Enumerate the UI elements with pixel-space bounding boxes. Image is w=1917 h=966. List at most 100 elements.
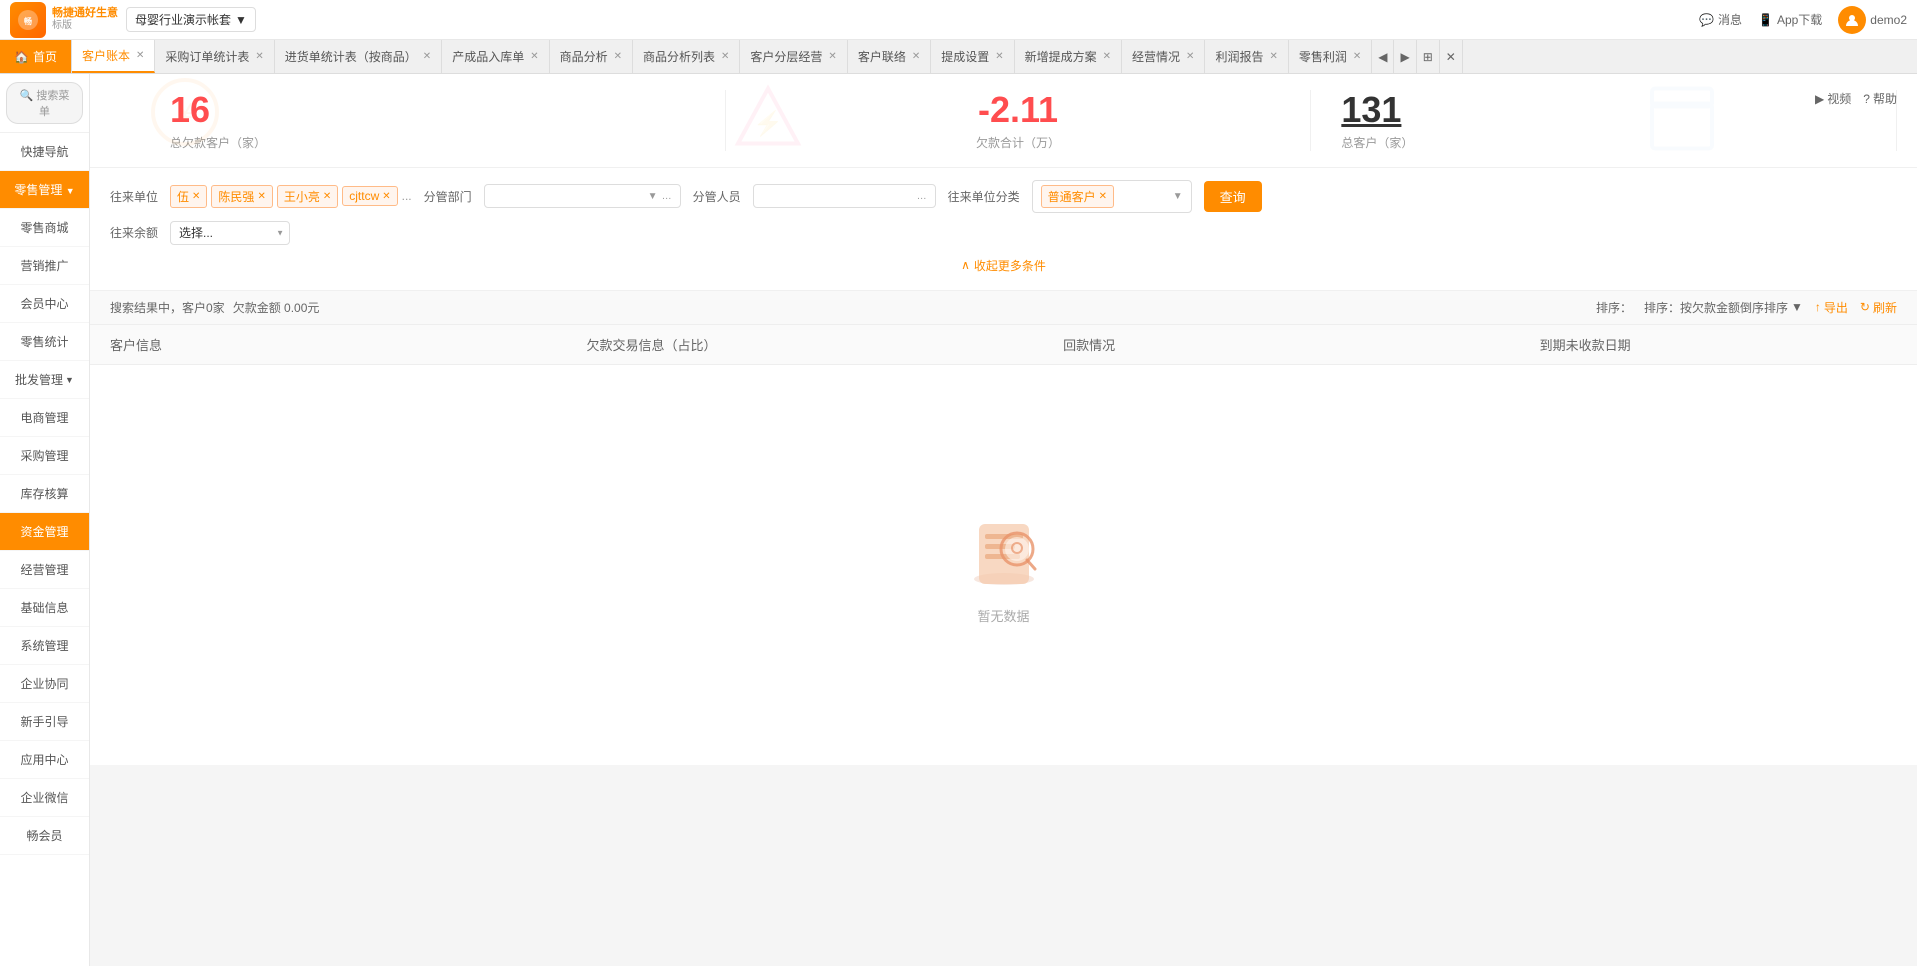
person-filter-input[interactable]: …	[753, 184, 936, 208]
tag-close-wu[interactable]: ✕	[192, 191, 200, 202]
col-due-date: 到期未收款日期	[1540, 335, 1897, 354]
question-icon: ?	[1863, 92, 1870, 106]
tab-nav-next[interactable]: ▶	[1394, 40, 1416, 73]
sidebar: 🔍 搜索菜单 快捷导航 零售管理 ▼ 零售商城 营销推广 会员中心 零售统计 批…	[0, 74, 90, 966]
tab-nav-expand[interactable]: ⊞	[1417, 40, 1440, 73]
tab-customer-contact-label: 客户联络	[858, 48, 906, 65]
tab-close-icon-4[interactable]: ✕	[530, 51, 538, 62]
tab-close-icon-8[interactable]: ✕	[912, 51, 920, 62]
collapse-button[interactable]: ∧ 收起更多条件	[961, 257, 1046, 274]
query-button[interactable]: 查询	[1204, 181, 1262, 212]
sidebar-item-quick-nav-label: 快捷导航	[20, 145, 68, 159]
tab-close-icon-12[interactable]: ✕	[1269, 51, 1277, 62]
sidebar-item-retail-label: 零售管理	[14, 183, 62, 197]
download-icon: 📱	[1758, 13, 1773, 27]
tab-purchase-stats[interactable]: 进货单统计表（按商品） ✕	[275, 40, 442, 73]
tab-close-icon-6[interactable]: ✕	[721, 51, 729, 62]
tab-goods-list-label: 商品分析列表	[643, 48, 715, 65]
tab-home-label: 首页	[33, 48, 57, 65]
tag-close-chen[interactable]: ✕	[257, 191, 265, 202]
sidebar-item-ecommerce[interactable]: 电商管理	[0, 399, 89, 437]
tab-commission[interactable]: 提成设置 ✕	[931, 40, 1014, 73]
stat-label-all: 总客户（家）	[1341, 134, 1413, 151]
tab-nav-close-all[interactable]: ✕	[1440, 40, 1463, 73]
home-icon: 🏠	[14, 50, 29, 64]
sidebar-item-system[interactable]: 系统管理	[0, 627, 89, 665]
sidebar-item-marketing[interactable]: 营销推广	[0, 247, 89, 285]
dept-filter-input[interactable]: ▼ …	[484, 184, 681, 208]
balance-select-field[interactable]: 选择...	[170, 221, 290, 245]
sidebar-item-wechat[interactable]: 企业微信	[0, 779, 89, 817]
sidebar-item-purchase[interactable]: 采购管理	[0, 437, 89, 475]
tab-profit-report[interactable]: 利润报告 ✕	[1205, 40, 1288, 73]
tag-close-cj[interactable]: ✕	[382, 191, 390, 202]
tab-nav-prev[interactable]: ◀	[1372, 40, 1394, 73]
sidebar-item-collab[interactable]: 企业协同	[0, 665, 89, 703]
tab-retail-profit[interactable]: 零售利润 ✕	[1289, 40, 1372, 73]
person-filter-label: 分管人员	[693, 188, 741, 205]
tab-operation[interactable]: 经营情况 ✕	[1122, 40, 1205, 73]
sidebar-item-retail-mall[interactable]: 零售商城	[0, 209, 89, 247]
sidebar-item-member2[interactable]: 畅会员	[0, 817, 89, 855]
user-profile[interactable]: demo2	[1838, 6, 1907, 34]
help-label: 帮助	[1873, 90, 1897, 107]
company-selector[interactable]: 母婴行业演示帐套 ▼	[126, 7, 256, 32]
tab-home[interactable]: 🏠 首页	[0, 40, 72, 73]
tab-customer-ledger[interactable]: 客户账本 ✕	[72, 40, 155, 73]
filter-tag-wang: 王小亮 ✕	[277, 185, 338, 208]
unit-class-filter[interactable]: 普通客户 ✕ ▼	[1032, 180, 1192, 213]
export-button[interactable]: ↑ 导出	[1815, 299, 1848, 316]
balance-filter-select[interactable]: 选择...	[170, 221, 290, 245]
sidebar-item-app-center[interactable]: 应用中心	[0, 741, 89, 779]
sidebar-item-basic[interactable]: 基础信息	[0, 589, 89, 627]
tab-close-icon-10[interactable]: ✕	[1103, 51, 1111, 62]
person-input-field[interactable]	[762, 189, 917, 203]
tab-production[interactable]: 产成品入库单 ✕	[442, 40, 549, 73]
sidebar-item-retail-mall-label: 零售商城	[20, 221, 68, 235]
sidebar-item-collab-label: 企业协同	[20, 677, 68, 691]
tab-close-icon-13[interactable]: ✕	[1353, 51, 1361, 62]
filter-more-button[interactable]: ...	[402, 189, 412, 203]
tab-close-icon-5[interactable]: ✕	[614, 51, 622, 62]
tab-close-icon-11[interactable]: ✕	[1186, 51, 1194, 62]
sidebar-item-retail-stats[interactable]: 零售统计	[0, 323, 89, 361]
sort-arrow-icon: ▼	[1791, 300, 1803, 314]
sidebar-item-retail[interactable]: 零售管理 ▼	[0, 171, 89, 209]
tab-close-icon-2[interactable]: ✕	[255, 51, 263, 62]
tab-purchase-order[interactable]: 采购订单统计表 ✕	[155, 40, 274, 73]
sidebar-item-inventory[interactable]: 库存核算	[0, 475, 89, 513]
tab-close-icon[interactable]: ✕	[136, 50, 144, 61]
chevron-icon: ▼	[66, 186, 75, 196]
tab-new-commission[interactable]: 新增提成方案 ✕	[1015, 40, 1122, 73]
tab-close-icon-7[interactable]: ✕	[828, 51, 836, 62]
tab-close-icon-3[interactable]: ✕	[423, 51, 431, 62]
person-more-icon: …	[917, 191, 927, 202]
tag-close-wang[interactable]: ✕	[323, 191, 331, 202]
sidebar-search-button[interactable]: 🔍 搜索菜单	[6, 82, 83, 124]
app-download-action[interactable]: 📱 App下载	[1758, 11, 1822, 28]
sidebar-item-quick-nav[interactable]: 快捷导航	[0, 133, 89, 171]
tab-customer-layer[interactable]: 客户分层经营 ✕	[740, 40, 847, 73]
sidebar-item-finance[interactable]: 资金管理	[0, 513, 89, 551]
tag-text-wang: 王小亮	[284, 188, 320, 205]
tab-goods-list[interactable]: 商品分析列表 ✕	[633, 40, 740, 73]
dept-input-field[interactable]	[493, 189, 648, 203]
sidebar-item-wholesale[interactable]: 批发管理 ▼	[0, 361, 89, 399]
header-left: 畅 畅捷通好生意 标版 母婴行业演示帐套 ▼	[10, 2, 256, 38]
sidebar-item-operation-label: 经营管理	[20, 563, 68, 577]
tab-customer-contact[interactable]: 客户联络 ✕	[848, 40, 931, 73]
refresh-button[interactable]: ↻ 刷新	[1860, 299, 1897, 316]
stat-value-all: 131	[1341, 90, 1401, 130]
col-debt-info: 欠款交易信息（占比）	[587, 335, 1064, 354]
chevron-icon-wholesale: ▼	[65, 375, 74, 385]
message-action[interactable]: 💬 消息	[1699, 11, 1742, 28]
video-link[interactable]: ▶ 视频	[1815, 90, 1851, 107]
tab-close-icon-9[interactable]: ✕	[995, 51, 1003, 62]
sidebar-item-member[interactable]: 会员中心	[0, 285, 89, 323]
sidebar-item-newbie[interactable]: 新手引导	[0, 703, 89, 741]
sidebar-item-operation[interactable]: 经营管理	[0, 551, 89, 589]
tab-goods-analysis[interactable]: 商品分析 ✕	[550, 40, 633, 73]
help-link[interactable]: ? 帮助	[1863, 90, 1897, 107]
sort-button[interactable]: 排序：按欠款金额倒序排序 ▼	[1644, 299, 1803, 316]
tag-close-normal[interactable]: ✕	[1099, 191, 1107, 202]
